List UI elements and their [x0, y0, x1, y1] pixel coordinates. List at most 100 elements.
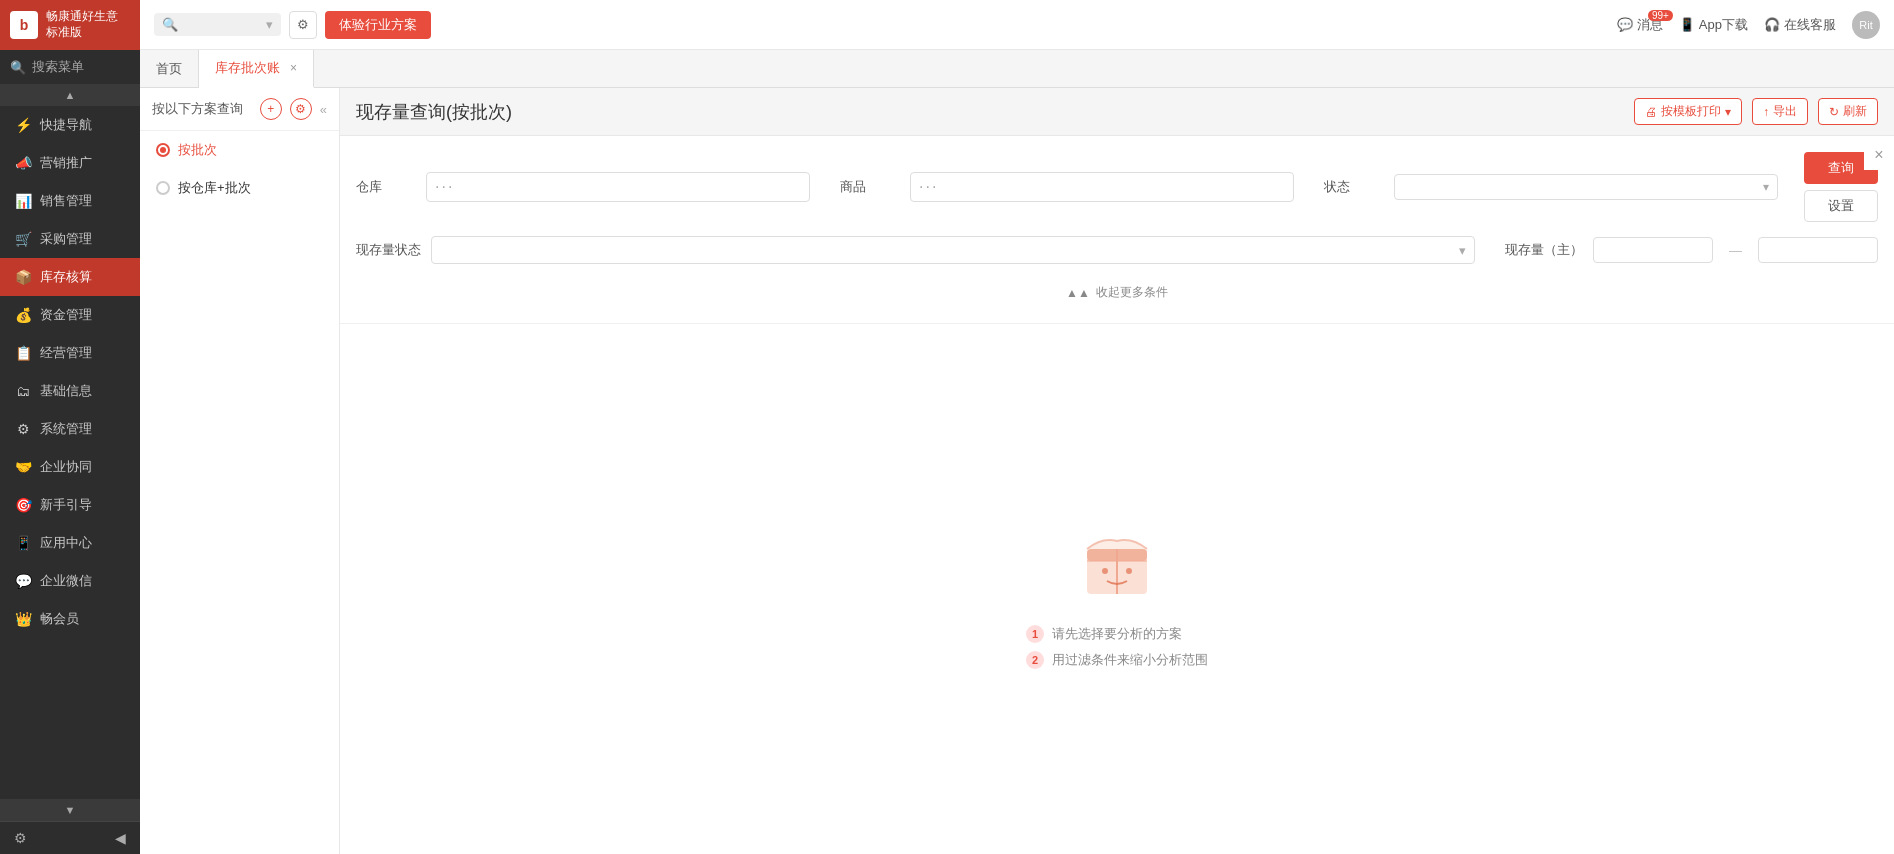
empty-step-1: 1 请先选择要分析的方案: [1026, 625, 1208, 643]
radio-by-batch: [156, 143, 170, 157]
warehouse-input[interactable]: ···: [426, 172, 810, 202]
filter-item-by-batch[interactable]: 按批次: [140, 131, 339, 169]
sidebar-item-icon: 📋: [14, 344, 32, 362]
sidebar-item-畅会员[interactable]: 👑 畅会员: [0, 600, 140, 638]
sidebar: b 畅康通好生意 标准版 🔍 搜索菜单 ▲ ⚡快捷导航📣营销推广📊销售管理🛒采购…: [0, 0, 140, 854]
sidebar-item-库存核算[interactable]: 📦 库存核算: [0, 258, 140, 296]
chevron-up-icon: ▲▲: [1066, 286, 1090, 300]
sidebar-item-icon: ⚡: [14, 116, 32, 134]
sidebar-scroll-down[interactable]: ▼: [0, 799, 140, 821]
filter-item-by-warehouse-batch[interactable]: 按仓库+批次: [140, 169, 339, 207]
export-button[interactable]: ↑ 导出: [1752, 98, 1808, 125]
sidebar-item-label: 营销推广: [40, 154, 92, 172]
headset-icon: 🎧: [1764, 17, 1780, 32]
filter-settings-button[interactable]: ⚙: [290, 98, 312, 120]
sidebar-item-新手引导[interactable]: 🎯新手引导: [0, 486, 140, 524]
sidebar-item-应用中心[interactable]: 📱应用中心: [0, 524, 140, 562]
sidebar-item-icon: 👑: [14, 610, 32, 628]
print-button[interactable]: 🖨 按模板打印 ▾: [1634, 98, 1742, 125]
sidebar-item-icon: 💬: [14, 572, 32, 590]
sidebar-item-系统管理[interactable]: ⚙系统管理: [0, 410, 140, 448]
sidebar-item-资金管理[interactable]: 💰 资金管理: [0, 296, 140, 334]
collapse-filter-icon[interactable]: «: [320, 102, 327, 117]
gear-button[interactable]: ⚙: [289, 11, 317, 39]
sidebar-item-label: 库存核算: [40, 268, 92, 286]
svg-point-4: [1102, 568, 1108, 574]
sidebar-item-企业微信[interactable]: 💬 企业微信: [0, 562, 140, 600]
tab-inventory-batch[interactable]: 库存批次账 ×: [199, 50, 314, 88]
export-icon: ↑: [1763, 105, 1769, 119]
messages-button[interactable]: 💬 消息 99+: [1617, 16, 1663, 34]
collapse-more-conditions[interactable]: ▲▲ 收起更多条件: [356, 278, 1878, 307]
sidebar-item-label: 快捷导航: [40, 116, 92, 134]
empty-step-2: 2 用过滤条件来缩小分析范围: [1026, 651, 1208, 669]
stock-status-label: 现存量状态: [356, 241, 421, 259]
sidebar-item-采购管理[interactable]: 🛒采购管理: [0, 220, 140, 258]
search-icon: 🔍: [10, 60, 26, 75]
sidebar-item-icon: 📣: [14, 154, 32, 172]
sidebar-scroll-up[interactable]: ▲: [0, 84, 140, 106]
search-wrap[interactable]: 🔍 ▾: [154, 13, 281, 36]
stock-qty-label: 现存量（主）: [1505, 241, 1583, 259]
settings-button[interactable]: 设置: [1804, 190, 1878, 222]
sidebar-item-label: 采购管理: [40, 230, 92, 248]
sidebar-item-label: 新手引导: [40, 496, 92, 514]
user-avatar[interactable]: Rit: [1852, 11, 1880, 39]
sidebar-item-icon: 🗂: [14, 382, 32, 400]
filter-row-2: 现存量状态 ▾ 现存量（主） —: [356, 236, 1878, 264]
main-content: 现存量查询(按批次) 🖨 按模板打印 ▾ ↑ 导出 ↻ 刷新: [340, 88, 1894, 854]
close-panel-button[interactable]: ×: [1864, 140, 1894, 170]
sidebar-item-快捷导航[interactable]: ⚡ 快捷导航: [0, 106, 140, 144]
sidebar-item-销售管理[interactable]: 📊销售管理: [0, 182, 140, 220]
sidebar-item-营销推广[interactable]: 📣 营销推广: [0, 144, 140, 182]
sidebar-item-icon: 🤝: [14, 458, 32, 476]
topbar: 🔍 ▾ ⚙ 体验行业方案 💬 消息 99+ 📱 App下载 🎧 在线客服: [140, 0, 1894, 50]
sidebar-item-icon: 📦: [14, 268, 32, 286]
sidebar-item-label: 销售管理: [40, 192, 92, 210]
product-label: 商品: [840, 178, 900, 196]
online-service-button[interactable]: 🎧 在线客服: [1764, 16, 1836, 34]
sidebar-item-label: 资金管理: [40, 306, 92, 324]
stock-qty-dash: —: [1729, 243, 1742, 258]
sidebar-item-label: 系统管理: [40, 420, 92, 438]
status-input[interactable]: ▾: [1394, 174, 1778, 200]
filter-item-label: 按仓库+批次: [178, 179, 251, 197]
filter-item-label: 按批次: [178, 141, 217, 159]
sidebar-item-企业协同[interactable]: 🤝企业协同: [0, 448, 140, 486]
empty-illustration: [1067, 509, 1167, 609]
page-header-actions: 🖨 按模板打印 ▾ ↑ 导出 ↻ 刷新: [1634, 98, 1878, 125]
avatar: Rit: [1852, 11, 1880, 39]
sidebar-item-label: 企业微信: [40, 572, 92, 590]
content-area: 按以下方案查询 + ⚙ « 按批次 按仓库+批次 现存量查询(按批次): [140, 88, 1894, 854]
sidebar-item-label: 畅会员: [40, 610, 79, 628]
trial-button[interactable]: 体验行业方案: [325, 11, 431, 39]
settings-icon[interactable]: ⚙: [14, 830, 27, 846]
sidebar-item-icon: 💰: [14, 306, 32, 324]
search-icon: 🔍: [162, 17, 178, 32]
refresh-button[interactable]: ↻ 刷新: [1818, 98, 1878, 125]
product-input[interactable]: ···: [910, 172, 1294, 202]
search-input[interactable]: [182, 18, 262, 32]
add-filter-button[interactable]: +: [260, 98, 282, 120]
tab-close-icon[interactable]: ×: [290, 61, 297, 75]
sidebar-item-经营管理[interactable]: 📋经营管理: [0, 334, 140, 372]
sidebar-item-基础信息[interactable]: 🗂基础信息: [0, 372, 140, 410]
sidebar-nav: ⚡ 快捷导航 📣 营销推广 📊销售管理🛒采购管理 📦 库存核算 💰 资金管理 📋经营管理🗂基础信息…: [0, 106, 140, 799]
filter-panel-header: 按以下方案查询 + ⚙ «: [140, 88, 339, 131]
stock-qty-to-input[interactable]: [1758, 237, 1878, 263]
radio-by-warehouse-batch: [156, 181, 170, 195]
main-area: 🔍 ▾ ⚙ 体验行业方案 💬 消息 99+ 📱 App下载 🎧 在线客服: [140, 0, 1894, 854]
sidebar-item-label: 应用中心: [40, 534, 92, 552]
chevron-down-icon: ▾: [1725, 105, 1731, 119]
status-label: 状态: [1324, 178, 1384, 196]
refresh-icon: ↻: [1829, 105, 1839, 119]
tab-home[interactable]: 首页: [140, 50, 199, 88]
tabbar: 首页 库存批次账 ×: [140, 50, 1894, 88]
svg-point-5: [1126, 568, 1132, 574]
app-download-button[interactable]: 📱 App下载: [1679, 16, 1748, 34]
stock-qty-from-input[interactable]: [1593, 237, 1713, 263]
message-icon: 💬: [1617, 17, 1633, 32]
sidebar-search[interactable]: 🔍 搜索菜单: [0, 50, 140, 84]
collapse-sidebar-icon[interactable]: ◀: [115, 830, 126, 846]
app-title: 畅康通好生意 标准版: [46, 9, 118, 40]
